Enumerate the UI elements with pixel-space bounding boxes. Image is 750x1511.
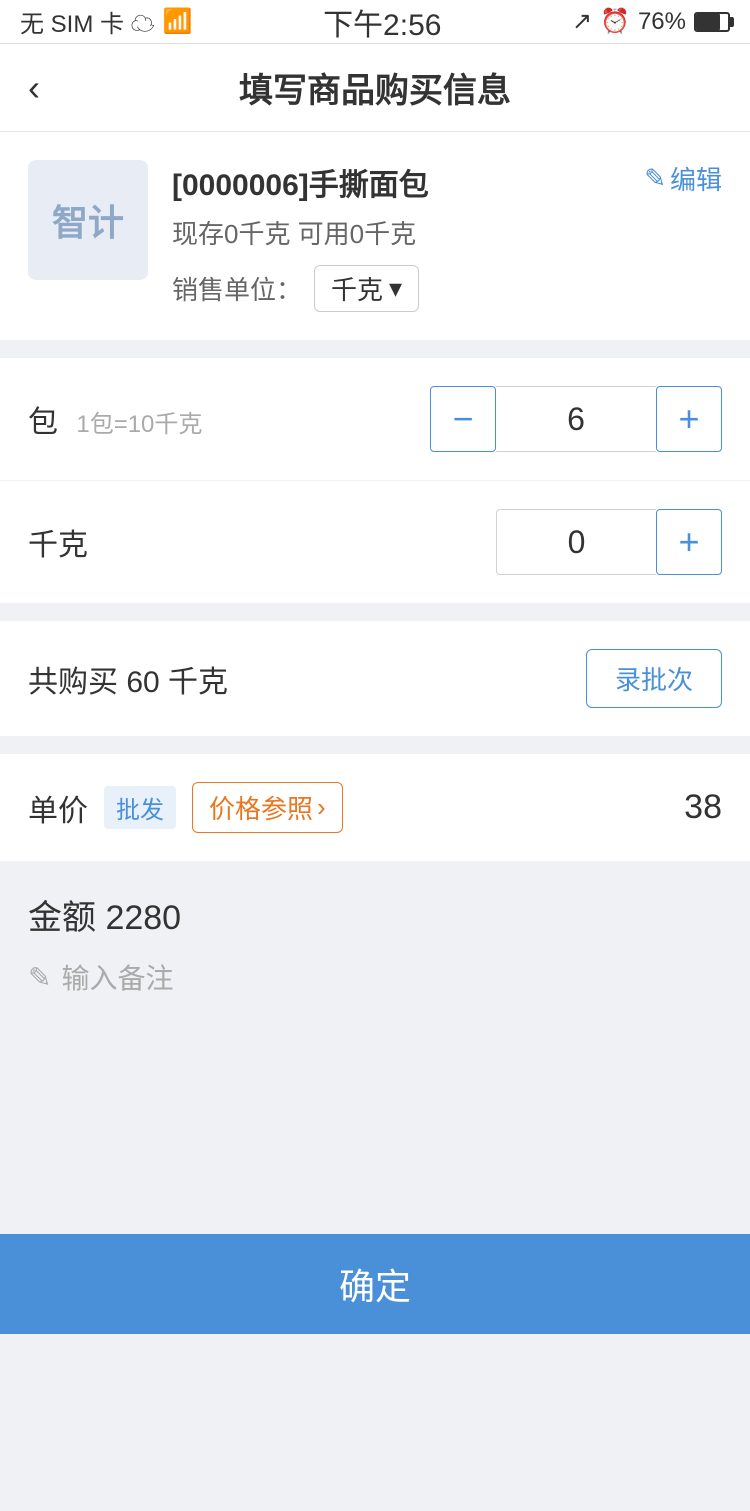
summary-section: 共购买 60 千克 录批次	[0, 621, 750, 736]
product-name: [0000006]手撕面包	[172, 160, 644, 204]
summary-text: 共购买 60 千克	[28, 657, 228, 701]
amount-row: 金额 2280	[28, 890, 722, 939]
kg-label: 千克	[28, 520, 496, 564]
location-icon: ↗	[572, 7, 592, 36]
batch-button[interactable]: 录批次	[586, 649, 722, 708]
unit-selector[interactable]: 千克 ▾	[314, 265, 419, 312]
kg-quantity-input[interactable]	[496, 509, 656, 575]
pencil-icon: ✎	[28, 961, 51, 994]
bag-input-row: 包 1包=10千克 − +	[0, 358, 750, 481]
product-card: 智计 [0000006]手撕面包 ✎ 编辑 现存0千克 可用0千克 销售单位： …	[0, 132, 750, 340]
sim-text: 无 SIM 卡 ☁	[20, 4, 155, 39]
price-reference-button[interactable]: 价格参照 ›	[192, 782, 343, 833]
price-type-tag: 批发	[104, 786, 176, 829]
edit-label: 编辑	[670, 160, 722, 197]
bag-quantity-input[interactable]	[496, 386, 656, 452]
chevron-down-icon: ▾	[389, 273, 402, 304]
kg-plus-button[interactable]: +	[656, 509, 722, 575]
price-ref-label: 价格参照	[209, 789, 313, 826]
unit-value: 千克	[331, 270, 383, 307]
wifi-icon: 📶	[163, 7, 193, 36]
kg-input-row: 千克 +	[0, 481, 750, 603]
bag-minus-button[interactable]: −	[430, 386, 496, 452]
unit-label: 销售单位：	[172, 270, 302, 307]
remark-placeholder: 输入备注	[61, 957, 173, 997]
unit-row: 销售单位： 千克 ▾	[172, 265, 722, 312]
input-section: 包 1包=10千克 − + 千克 +	[0, 358, 750, 603]
page-title: 填写商品购买信息	[239, 63, 511, 112]
back-button[interactable]: ‹	[28, 67, 40, 109]
product-logo: 智计	[52, 194, 124, 246]
remark-row[interactable]: ✎ 输入备注	[28, 957, 722, 997]
amount-number: 2280	[105, 899, 181, 937]
nav-bar: ‹ 填写商品购买信息	[0, 44, 750, 132]
battery-icon	[694, 12, 730, 32]
stock-info: 现存0千克 可用0千克	[172, 214, 722, 251]
bag-hint: 1包=10千克	[76, 411, 202, 438]
kg-qty-control: +	[496, 509, 722, 575]
product-thumbnail: 智计	[28, 160, 148, 280]
empty-space	[0, 1011, 750, 1411]
status-time: 下午2:56	[323, 0, 441, 44]
amount-section: 金额 2280 ✎ 输入备注	[0, 862, 750, 1011]
edit-button[interactable]: ✎ 编辑	[644, 160, 722, 197]
battery-text: 76%	[638, 8, 686, 36]
bag-plus-button[interactable]: +	[656, 386, 722, 452]
status-left: 无 SIM 卡 ☁ 📶	[20, 4, 193, 39]
product-name-row: [0000006]手撕面包 ✎ 编辑	[172, 160, 722, 204]
price-ref-arrow-icon: ›	[317, 792, 326, 823]
confirm-button[interactable]: 确定	[0, 1234, 750, 1334]
amount-label: 金额	[28, 899, 105, 937]
product-info: [0000006]手撕面包 ✎ 编辑 现存0千克 可用0千克 销售单位： 千克 …	[172, 160, 722, 312]
bag-label: 包 1包=10千克	[28, 397, 430, 441]
bag-qty-control: − +	[430, 386, 722, 452]
status-right: ↗ ⏰ 76%	[572, 7, 730, 36]
edit-icon: ✎	[644, 163, 666, 194]
price-label: 单价	[28, 786, 88, 830]
alarm-icon: ⏰	[600, 7, 630, 36]
price-section: 单价 批发 价格参照 › 38	[0, 754, 750, 862]
price-value: 38	[684, 788, 722, 827]
price-section-wrapper: 单价 批发 价格参照 › 38 金额 2280 ✎ 输入备注	[0, 754, 750, 1011]
status-bar: 无 SIM 卡 ☁ 📶 下午2:56 ↗ ⏰ 76%	[0, 0, 750, 44]
